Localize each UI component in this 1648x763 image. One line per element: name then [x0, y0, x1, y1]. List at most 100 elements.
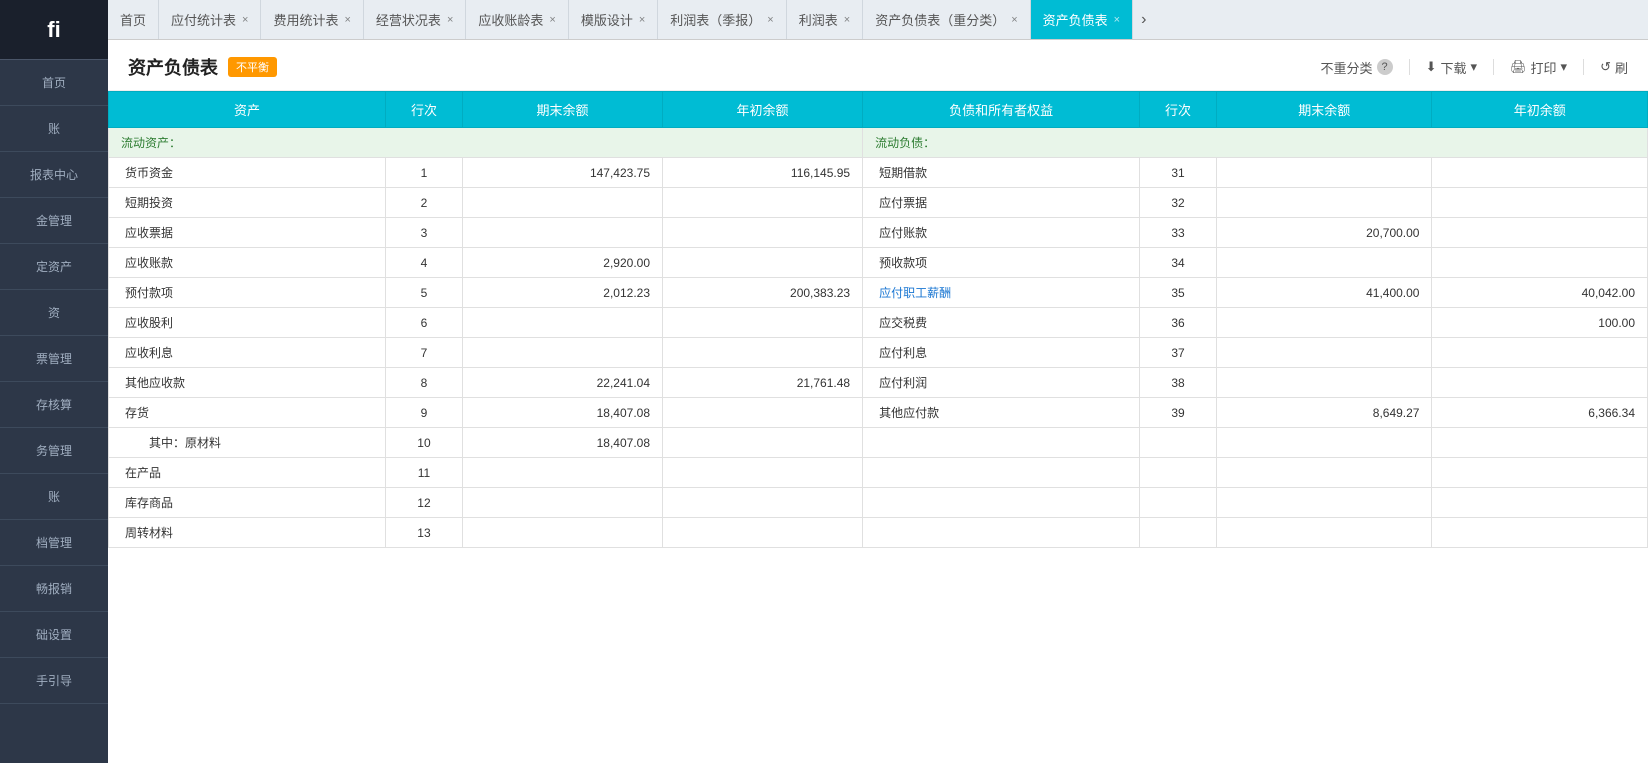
cell-asset: 预付款项 [109, 278, 386, 308]
cell-end-bal2: 20,700.00 [1217, 218, 1432, 248]
table-row[interactable]: 库存商品 12 [109, 488, 1648, 518]
table-row[interactable]: 应收票据 3 应付账款 33 20,700.00 [109, 218, 1648, 248]
table-row[interactable]: 应收股利 6 应交税费 36 100.00 [109, 308, 1648, 338]
page-title-area: 资产负债表 不平衡 [128, 54, 277, 80]
cell-liab: 应付职工薪酬 [863, 278, 1140, 308]
sidebar-item-ledger[interactable]: 账 [0, 474, 108, 520]
divider-1 [1409, 59, 1410, 75]
tab-profit[interactable]: 利润表 × [787, 0, 863, 40]
refresh-button[interactable]: ↺ 刷 [1600, 58, 1628, 77]
cell-end-bal [462, 188, 662, 218]
table-row[interactable]: 货币资金 1 147,423.75 116,145.95 短期借款 31 [109, 158, 1648, 188]
cell-start-bal [663, 398, 863, 428]
tab-bs[interactable]: 资产负债表 × [1031, 0, 1133, 40]
cell-start-bal2 [1432, 368, 1648, 398]
cell-row-no2 [1140, 458, 1217, 488]
sidebar-item-inventory[interactable]: 存核算 [0, 382, 108, 428]
cell-row-no2: 32 [1140, 188, 1217, 218]
cell-asset: 应收票据 [109, 218, 386, 248]
sidebar-item-bill[interactable]: 票管理 [0, 336, 108, 382]
cell-start-bal: 116,145.95 [663, 158, 863, 188]
cell-asset: 应收利息 [109, 338, 386, 368]
cell-row-no: 11 [386, 458, 463, 488]
cell-start-bal: 21,761.48 [663, 368, 863, 398]
table-row[interactable]: 在产品 11 [109, 458, 1648, 488]
cell-row-no2 [1140, 488, 1217, 518]
sidebar-item-account[interactable]: 账 [0, 106, 108, 152]
page-header: 资产负债表 不平衡 不重分类 ? ⬇ 下载 ▾ 🖨 打印 ▾ [108, 40, 1648, 91]
tab-close-bs-reclassify[interactable]: × [1011, 14, 1017, 26]
sidebar-item-settings[interactable]: 础设置 [0, 612, 108, 658]
tab-profit-q[interactable]: 利润表（季报） × [658, 0, 786, 40]
cell-asset: 存货 [109, 398, 386, 428]
cell-end-bal2 [1217, 368, 1432, 398]
table-section-row: 流动资产： 流动负债： [109, 128, 1648, 158]
tab-template[interactable]: 模版设计 × [569, 0, 658, 40]
sidebar-item-home[interactable]: 首页 [0, 60, 108, 106]
cell-liab [863, 458, 1140, 488]
tab-expense-stats[interactable]: 费用统计表 × [261, 0, 363, 40]
no-reclassify-button[interactable]: 不重分类 ? [1321, 58, 1393, 77]
cell-row-no2: 33 [1140, 218, 1217, 248]
th-end-balance: 期末余额 [462, 92, 662, 128]
sidebar-item-guide[interactable]: 手引导 [0, 658, 108, 704]
table-row[interactable]: 其中：原材料 10 18,407.08 [109, 428, 1648, 458]
cell-end-bal [462, 488, 662, 518]
cell-end-bal [462, 518, 662, 548]
cell-row-no: 5 [386, 278, 463, 308]
tab-close-template[interactable]: × [639, 14, 645, 26]
sidebar-item-doc[interactable]: 档管理 [0, 520, 108, 566]
sidebar-item-fund[interactable]: 金管理 [0, 198, 108, 244]
sidebar-item-invest[interactable]: 资 [0, 290, 108, 336]
cell-end-bal2 [1217, 428, 1432, 458]
table-row[interactable]: 应收账款 4 2,920.00 预收款项 34 [109, 248, 1648, 278]
table-row[interactable]: 预付款项 5 2,012.23 200,383.23 应付职工薪酬 35 41,… [109, 278, 1648, 308]
table-row[interactable]: 周转材料 13 [109, 518, 1648, 548]
cell-row-no: 6 [386, 308, 463, 338]
cell-end-bal2 [1217, 158, 1432, 188]
cell-start-bal [663, 428, 863, 458]
cell-row-no: 10 [386, 428, 463, 458]
table-row[interactable]: 短期投资 2 应付票据 32 [109, 188, 1648, 218]
cell-row-no: 13 [386, 518, 463, 548]
tab-close-profit-q[interactable]: × [767, 14, 773, 26]
tab-nav-right[interactable]: › [1133, 0, 1154, 40]
sidebar-item-tax[interactable]: 务管理 [0, 428, 108, 474]
tab-close-expense-stats[interactable]: × [344, 14, 350, 26]
tab-home[interactable]: 首页 [108, 0, 159, 40]
download-button[interactable]: ⬇ 下载 ▾ [1426, 58, 1477, 77]
cell-start-bal [663, 338, 863, 368]
section-right-label: 流动负债： [863, 128, 1648, 158]
tab-close-ap-stats[interactable]: × [242, 14, 248, 26]
cell-start-bal2 [1432, 458, 1648, 488]
th-end-balance2: 期末余额 [1217, 92, 1432, 128]
page-title: 资产负债表 [128, 54, 218, 80]
tab-ar-aging[interactable]: 应收账龄表 × [466, 0, 568, 40]
table-row[interactable]: 存货 9 18,407.08 其他应付款 39 8,649.27 6,366.3… [109, 398, 1648, 428]
tab-operation[interactable]: 经营状况表 × [364, 0, 466, 40]
cell-start-bal2: 6,366.34 [1432, 398, 1648, 428]
cell-liab: 短期借款 [863, 158, 1140, 188]
table-header-row: 资产 行次 期末余额 年初余额 负债和所有者权益 行次 期末余额 年初余额 [109, 92, 1648, 128]
tab-ap-stats[interactable]: 应付统计表 × [159, 0, 261, 40]
cell-asset: 货币资金 [109, 158, 386, 188]
table-row[interactable]: 其他应收款 8 22,241.04 21,761.48 应付利润 38 [109, 368, 1648, 398]
tab-close-profit[interactable]: × [844, 14, 850, 26]
sidebar-item-report-center[interactable]: 报表中心 [0, 152, 108, 198]
cell-row-no2 [1140, 428, 1217, 458]
cell-asset: 短期投资 [109, 188, 386, 218]
th-asset: 资产 [109, 92, 386, 128]
tab-close-operation[interactable]: × [447, 14, 453, 26]
print-button[interactable]: 🖨 打印 ▾ [1510, 58, 1567, 77]
cell-row-no: 3 [386, 218, 463, 248]
tab-close-ar-aging[interactable]: × [549, 14, 555, 26]
tab-close-bs[interactable]: × [1114, 14, 1120, 26]
sidebar-item-expense[interactable]: 畅报销 [0, 566, 108, 612]
table-row[interactable]: 应收利息 7 应付利息 37 [109, 338, 1648, 368]
tab-bs-reclassify[interactable]: 资产负债表（重分类） × [863, 0, 1030, 40]
cell-start-bal [663, 458, 863, 488]
th-liab-equity: 负债和所有者权益 [863, 92, 1140, 128]
print-chevron-icon: ▾ [1561, 59, 1568, 75]
cell-liab: 其他应付款 [863, 398, 1140, 428]
sidebar-item-fixed-assets[interactable]: 定资产 [0, 244, 108, 290]
